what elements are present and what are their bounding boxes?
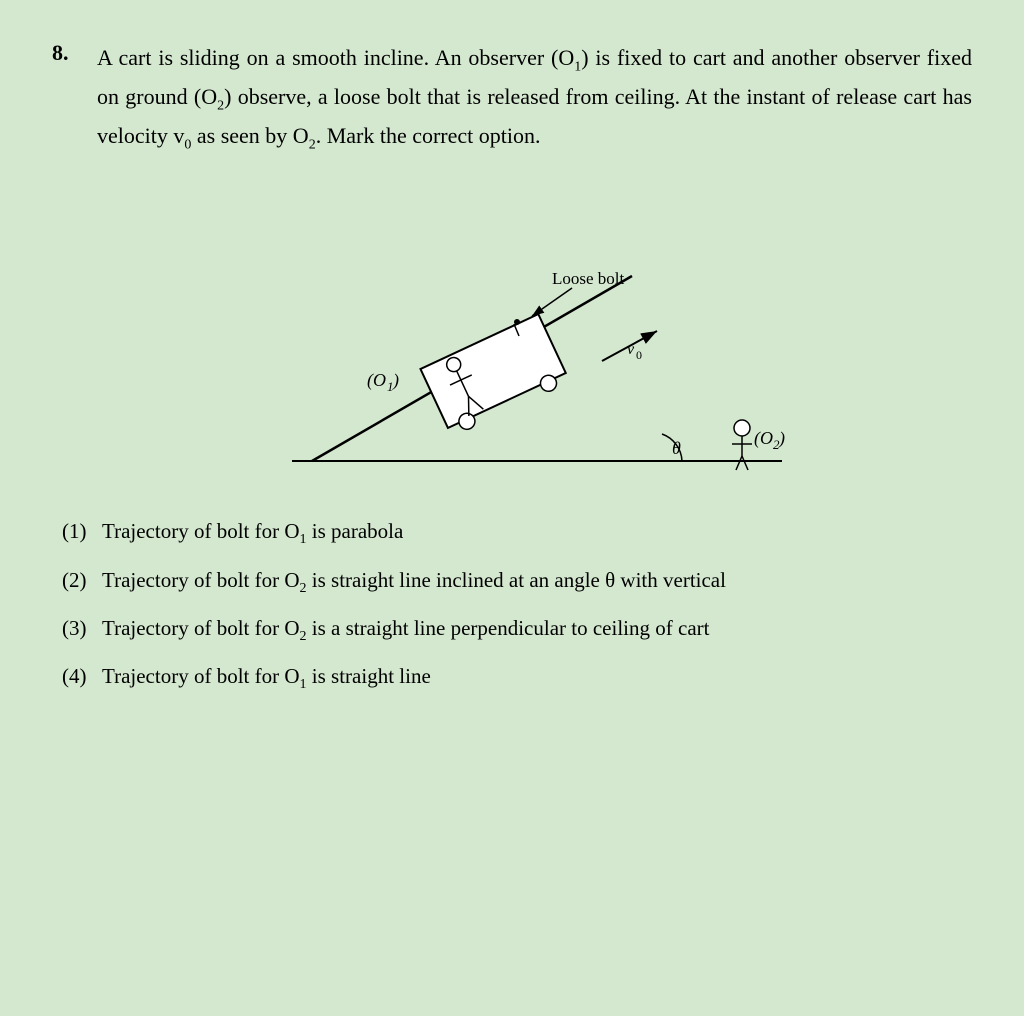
svg-text:(O: (O — [754, 428, 773, 449]
physics-diagram: (O 1 ) Loose bolt v 0 θ — [212, 176, 812, 496]
option-3-number: (3) — [62, 613, 92, 645]
option-1-text: Trajectory of bolt for O1 is parabola — [102, 516, 403, 550]
options-block: (1) Trajectory of bolt for O1 is parabol… — [52, 516, 972, 695]
option-4-text: Trajectory of bolt for O1 is straight li… — [102, 661, 431, 695]
svg-text:0: 0 — [636, 348, 642, 362]
option-1: (1) Trajectory of bolt for O1 is parabol… — [62, 516, 972, 550]
option-2-text: Trajectory of bolt for O2 is straight li… — [102, 565, 726, 599]
question-text: A cart is sliding on a smooth incline. A… — [97, 40, 972, 156]
svg-text:): ) — [392, 370, 399, 391]
svg-text:): ) — [778, 428, 785, 449]
option-1-number: (1) — [62, 516, 92, 548]
option-3-text: Trajectory of bolt for O2 is a straight … — [102, 613, 709, 647]
option-3: (3) Trajectory of bolt for O2 is a strai… — [62, 613, 972, 647]
svg-text:Loose bolt: Loose bolt — [552, 269, 625, 288]
svg-text:(O: (O — [367, 370, 386, 391]
page-container: 8. A cart is sliding on a smooth incline… — [22, 20, 1002, 729]
option-2: (2) Trajectory of bolt for O2 is straigh… — [62, 565, 972, 599]
option-4-number: (4) — [62, 661, 92, 693]
svg-text:θ: θ — [672, 438, 681, 458]
diagram-container: (O 1 ) Loose bolt v 0 θ — [52, 176, 972, 496]
option-4: (4) Trajectory of bolt for O1 is straigh… — [62, 661, 972, 695]
question-number: 8. — [52, 40, 87, 156]
svg-text:v: v — [627, 341, 635, 358]
option-2-number: (2) — [62, 565, 92, 597]
question-block: 8. A cart is sliding on a smooth incline… — [52, 40, 972, 156]
